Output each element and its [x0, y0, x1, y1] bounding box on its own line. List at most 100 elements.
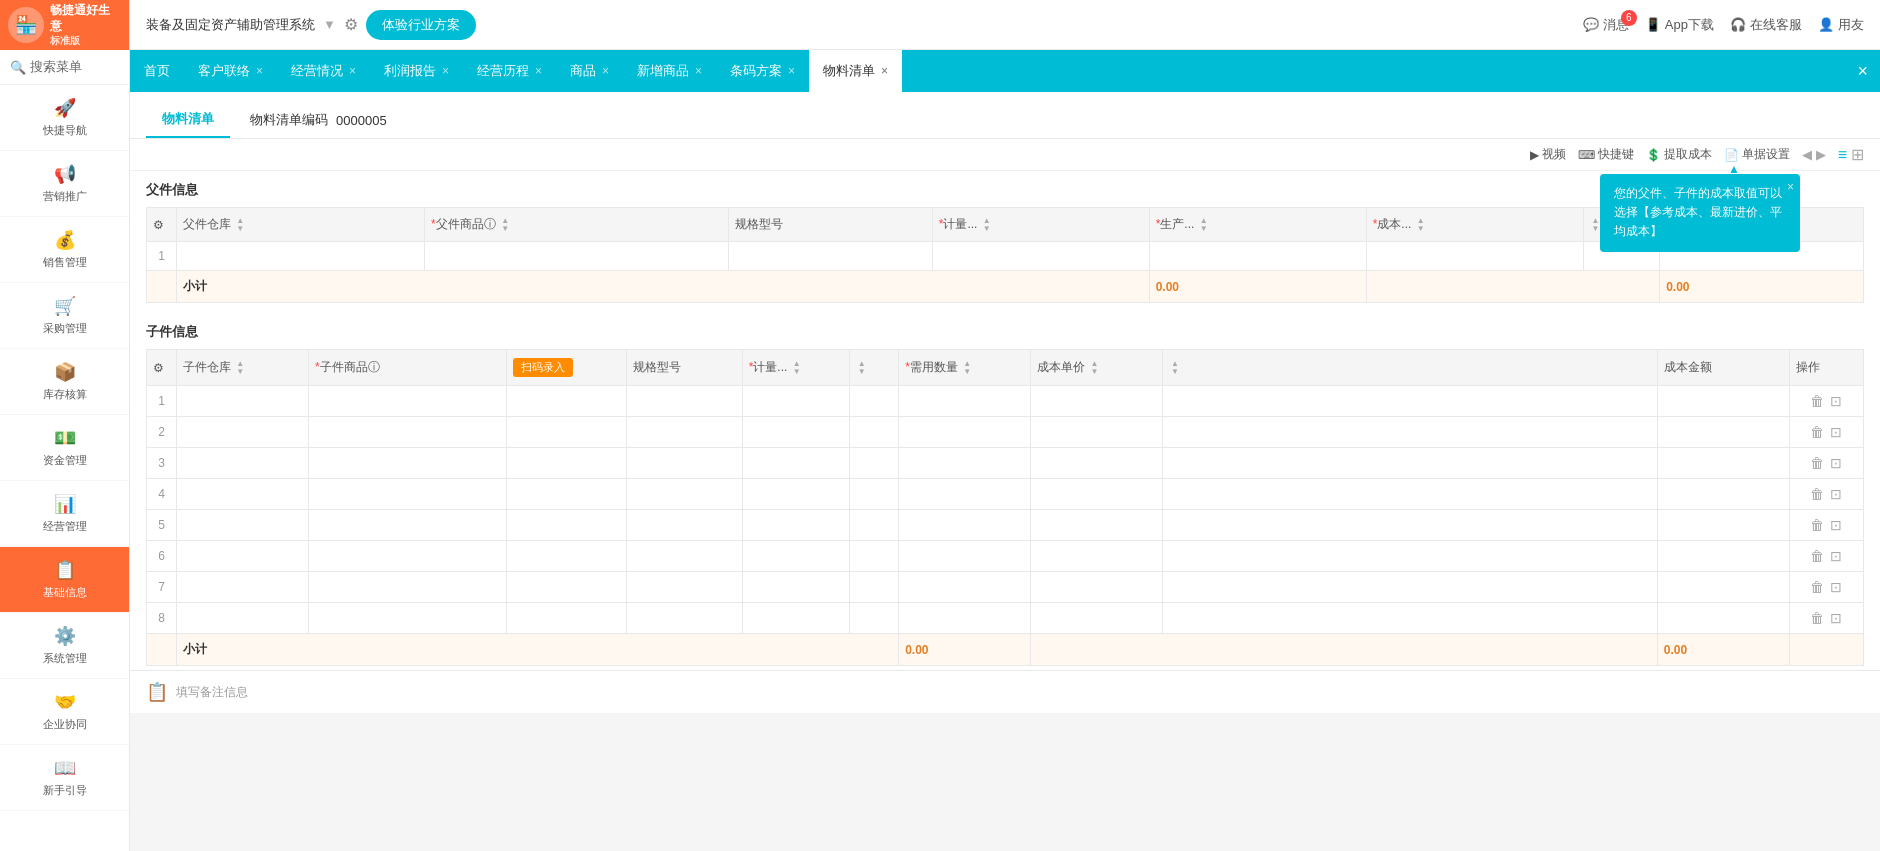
child-qty-cell[interactable]: [899, 386, 1031, 417]
sidebar-item-basic-info[interactable]: 📋 基础信息: [0, 547, 129, 613]
child-unit-cost-cell[interactable]: [1031, 603, 1163, 634]
sidebar-item-finance[interactable]: 💵 资金管理: [0, 415, 129, 481]
child-qty-cell[interactable]: [899, 417, 1031, 448]
child-qty-cell[interactable]: [899, 541, 1031, 572]
tab-profit-close[interactable]: ×: [442, 64, 449, 78]
child-unit-cell[interactable]: [742, 603, 849, 634]
child-qty-cell[interactable]: [899, 448, 1031, 479]
child-spec-cell[interactable]: [627, 386, 742, 417]
sidebar-item-quick-nav[interactable]: 🚀 快捷导航: [0, 85, 129, 151]
tab-new-goods-close[interactable]: ×: [695, 64, 702, 78]
child-spec-cell[interactable]: [627, 603, 742, 634]
child-goods-cell[interactable]: [308, 572, 506, 603]
copy-row-icon[interactable]: ⊡: [1830, 548, 1842, 564]
child-unit-cost-cell[interactable]: [1031, 572, 1163, 603]
child-warehouse-cell[interactable]: [177, 541, 309, 572]
tooltip-close-button[interactable]: ×: [1787, 178, 1794, 197]
child-unit-cell[interactable]: [742, 541, 849, 572]
child-spec-cell[interactable]: [627, 448, 742, 479]
child-unit-cost-cell[interactable]: [1031, 510, 1163, 541]
parent-unit-cell[interactable]: [932, 242, 1149, 271]
tab-operations[interactable]: 经营情况 ×: [277, 50, 370, 92]
list-view-icon[interactable]: ≡: [1838, 146, 1847, 164]
tab-new-goods[interactable]: 新增商品 ×: [623, 50, 716, 92]
child-warehouse-cell[interactable]: [177, 417, 309, 448]
child-goods-cell[interactable]: [308, 386, 506, 417]
tab-home[interactable]: 首页: [130, 50, 184, 92]
tab-barcode-close[interactable]: ×: [788, 64, 795, 78]
copy-row-icon[interactable]: ⊡: [1830, 393, 1842, 409]
delete-row-icon[interactable]: 🗑: [1810, 579, 1824, 595]
child-warehouse-cell[interactable]: [177, 386, 309, 417]
delete-row-icon[interactable]: 🗑: [1810, 486, 1824, 502]
child-qty-cell[interactable]: [899, 603, 1031, 634]
child-warehouse-cell[interactable]: [177, 479, 309, 510]
tab-bom[interactable]: 物料清单 ×: [809, 50, 902, 92]
copy-row-icon[interactable]: ⊡: [1830, 517, 1842, 533]
child-goods-cell[interactable]: [308, 541, 506, 572]
sidebar-item-marketing[interactable]: 📢 营销推广: [0, 151, 129, 217]
child-warehouse-cell[interactable]: [177, 572, 309, 603]
message-button[interactable]: 💬 消息 6: [1583, 16, 1629, 34]
sidebar-item-guide[interactable]: 📖 新手引导: [0, 745, 129, 811]
child-goods-cell[interactable]: [308, 510, 506, 541]
copy-row-icon[interactable]: ⊡: [1830, 424, 1842, 440]
parent-spec-cell[interactable]: [728, 242, 932, 271]
child-goods-cell[interactable]: [308, 448, 506, 479]
child-spec-cell[interactable]: [627, 510, 742, 541]
trial-button[interactable]: 体验行业方案: [366, 10, 476, 40]
grid-view-icon[interactable]: ⊞: [1851, 145, 1864, 164]
child-unit-cost-cell[interactable]: [1031, 541, 1163, 572]
child-warehouse-cell[interactable]: [177, 603, 309, 634]
prev-page-icon[interactable]: ◀: [1802, 147, 1812, 162]
child-unit-cell[interactable]: [742, 448, 849, 479]
child-qty-cell[interactable]: [899, 510, 1031, 541]
delete-row-icon[interactable]: 🗑: [1810, 610, 1824, 626]
child-warehouse-cell[interactable]: [177, 510, 309, 541]
sidebar-search[interactable]: 🔍 搜索菜单: [0, 50, 129, 85]
child-unit-cost-cell[interactable]: [1031, 448, 1163, 479]
tab-customer[interactable]: 客户联络 ×: [184, 50, 277, 92]
online-service-button[interactable]: 🎧 在线客服: [1730, 16, 1802, 34]
parent-produce-cell[interactable]: [1149, 242, 1366, 271]
delete-row-icon[interactable]: 🗑: [1810, 548, 1824, 564]
child-spec-cell[interactable]: [627, 572, 742, 603]
child-unit-cost-cell[interactable]: [1031, 386, 1163, 417]
delete-row-icon[interactable]: 🗑: [1810, 517, 1824, 533]
child-goods-cell[interactable]: [308, 603, 506, 634]
sidebar-item-purchase[interactable]: 🛒 采购管理: [0, 283, 129, 349]
tab-goods[interactable]: 商品 ×: [556, 50, 623, 92]
tab-goods-close[interactable]: ×: [602, 64, 609, 78]
child-unit-cost-cell[interactable]: [1031, 417, 1163, 448]
app-download-button[interactable]: 📱 App下载: [1645, 16, 1714, 34]
tab-barcode[interactable]: 条码方案 ×: [716, 50, 809, 92]
child-unit-cell[interactable]: [742, 510, 849, 541]
child-spec-cell[interactable]: [627, 479, 742, 510]
delete-row-icon[interactable]: 🗑: [1810, 455, 1824, 471]
sidebar-item-inventory[interactable]: 📦 库存核算: [0, 349, 129, 415]
tab-operations-close[interactable]: ×: [349, 64, 356, 78]
parent-goods-cell[interactable]: [425, 242, 729, 271]
copy-row-icon[interactable]: ⊡: [1830, 455, 1842, 471]
child-spec-cell[interactable]: [627, 417, 742, 448]
shortcut-button[interactable]: ⌨ 快捷键: [1578, 146, 1634, 163]
child-goods-cell[interactable]: [308, 479, 506, 510]
extract-cost-button[interactable]: 💲 提取成本: [1646, 146, 1712, 163]
tab-customer-close[interactable]: ×: [256, 64, 263, 78]
parent-warehouse-cell[interactable]: [177, 242, 425, 271]
child-unit-cell[interactable]: [742, 572, 849, 603]
delete-row-icon[interactable]: 🗑: [1810, 424, 1824, 440]
child-warehouse-cell[interactable]: [177, 448, 309, 479]
dropdown-arrow-icon[interactable]: ▼: [323, 17, 336, 32]
video-button[interactable]: ▶ 视频: [1530, 146, 1566, 163]
sidebar-item-operations[interactable]: 📊 经营管理: [0, 481, 129, 547]
parent-cost-cell[interactable]: [1366, 242, 1583, 271]
child-unit-cost-cell[interactable]: [1031, 479, 1163, 510]
tab-profit[interactable]: 利润报告 ×: [370, 50, 463, 92]
sub-tab-bom-list[interactable]: 物料清单: [146, 102, 230, 138]
next-page-icon[interactable]: ▶: [1816, 147, 1826, 162]
tab-history[interactable]: 经营历程 ×: [463, 50, 556, 92]
scan-input-button[interactable]: 扫码录入: [513, 358, 573, 377]
user-button[interactable]: 👤 用友: [1818, 16, 1864, 34]
close-all-tabs-button[interactable]: ×: [1845, 61, 1880, 82]
